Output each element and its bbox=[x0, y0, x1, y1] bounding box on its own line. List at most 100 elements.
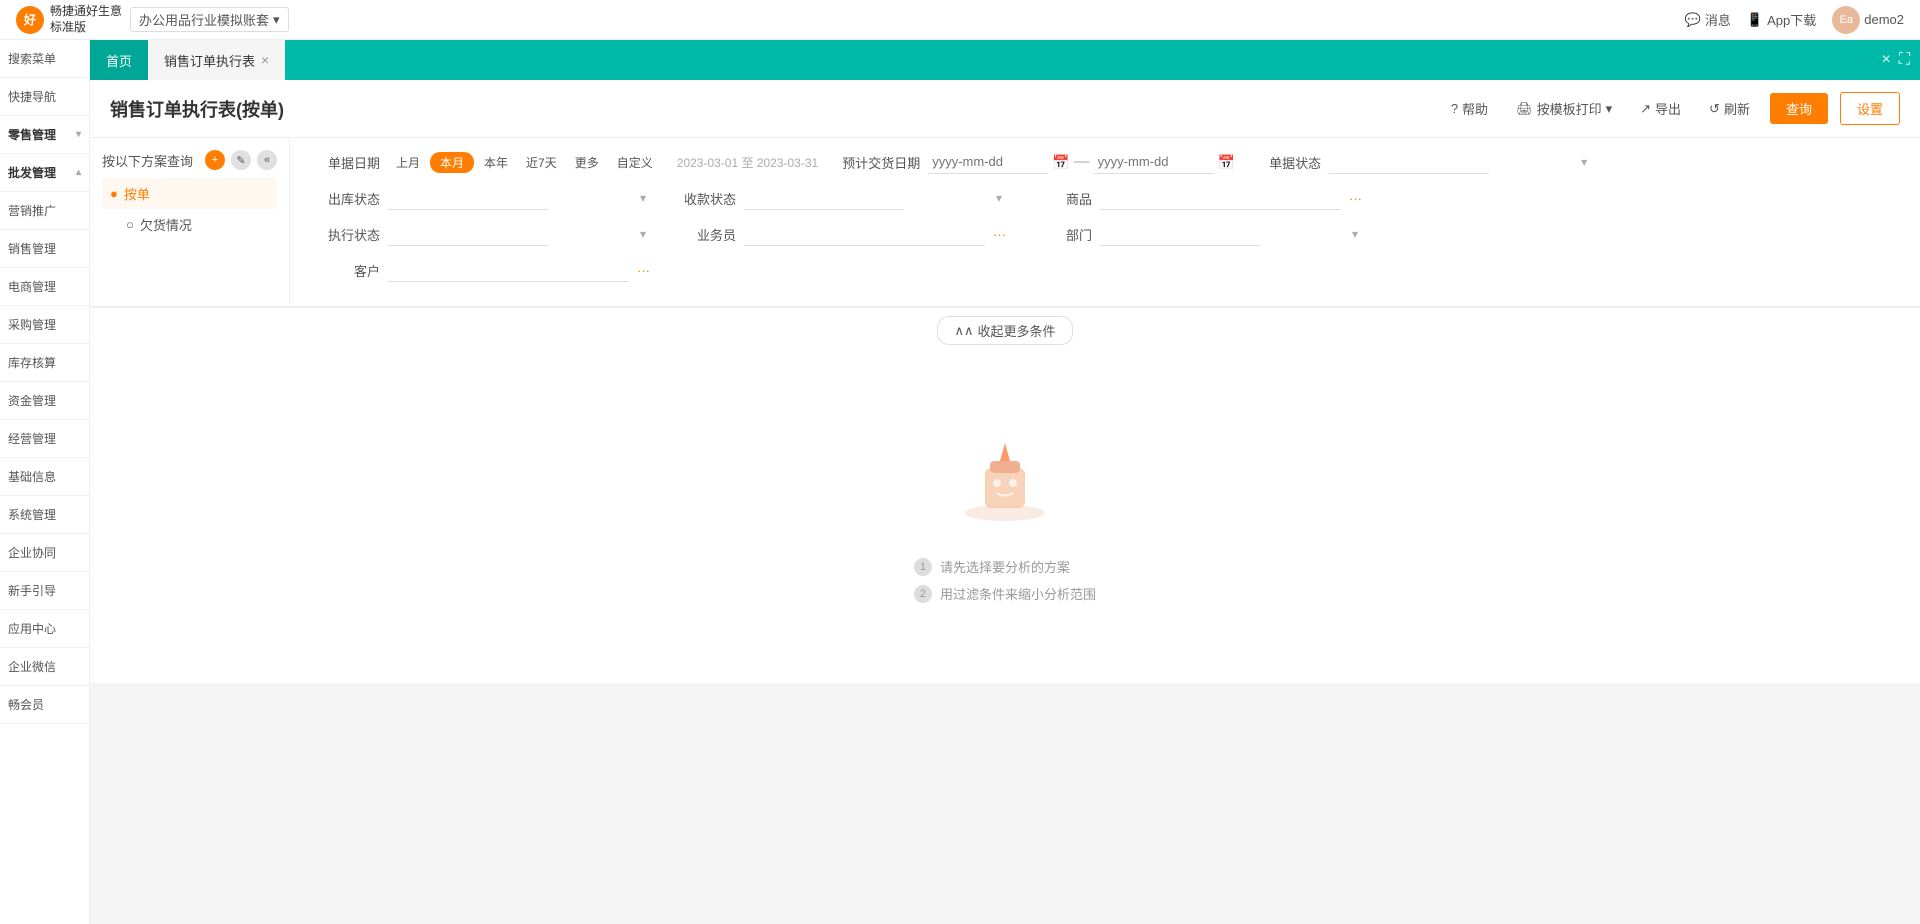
filter-left-panel: 按以下方案查询 + ✎ « ● 按单 ○ bbox=[90, 138, 290, 306]
out-status-select[interactable] bbox=[388, 186, 548, 210]
export-btn[interactable]: ↗ 导出 bbox=[1632, 95, 1689, 122]
sidebar-item-marketing[interactable]: 营销推广 bbox=[0, 192, 89, 230]
filter-exec-status-field: 执行状态 bbox=[310, 222, 650, 246]
calendar-icon-end[interactable]: 📅 bbox=[1218, 154, 1235, 171]
account-selector[interactable]: 办公用品行业模拟账套 ▾ bbox=[130, 7, 289, 32]
sidebar-item-wholesale[interactable]: 批发管理 ▴ bbox=[0, 154, 89, 192]
filter-row-2: 出库状态 收款状态 bbox=[310, 186, 1900, 210]
filter-salesperson-field: 业务员 ··· bbox=[666, 222, 1006, 246]
date-tabs: 上月 本月 本年 近7天 更多 自定义 bbox=[388, 152, 661, 173]
dept-select[interactable] bbox=[1100, 222, 1260, 246]
date-tab-this-year[interactable]: 本年 bbox=[476, 152, 516, 173]
sidebar-item-wechat[interactable]: 企业微信 bbox=[0, 648, 89, 686]
calendar-icon-start[interactable]: 📅 bbox=[1052, 154, 1069, 171]
settings-btn[interactable]: 设置 bbox=[1840, 92, 1900, 125]
date-tab-last-month[interactable]: 上月 bbox=[388, 152, 428, 173]
sidebar-item-system[interactable]: 系统管理 bbox=[0, 496, 89, 534]
scheme-backorder[interactable]: ○ 欠货情况 bbox=[102, 209, 277, 240]
filter-customer-field: 客户 ··· bbox=[310, 258, 650, 282]
window-close-icon[interactable]: × bbox=[1881, 51, 1890, 69]
goods-more-btn[interactable]: ··· bbox=[1349, 191, 1362, 206]
empty-illustration bbox=[955, 433, 1055, 533]
sidebar-item-inventory[interactable]: 库存核算 bbox=[0, 344, 89, 382]
sidebar-item-retail[interactable]: 零售管理 ▾ bbox=[0, 116, 89, 154]
collapse-bar: ∧∧ 收起更多条件 bbox=[90, 307, 1920, 353]
chevron-up-icon: ▴ bbox=[76, 167, 81, 178]
sub-icon: ○ bbox=[126, 217, 134, 232]
logo-area: 好 畅捷通好生意 标准版 bbox=[16, 4, 122, 35]
sidebar-item-member[interactable]: 畅会员 bbox=[0, 686, 89, 724]
customer-input[interactable] bbox=[388, 258, 629, 282]
filter-panel: 按以下方案查询 + ✎ « ● 按单 ○ bbox=[90, 138, 1920, 307]
sidebar-item-ecommerce[interactable]: 电商管理 bbox=[0, 268, 89, 306]
status-select-wrapper bbox=[1329, 150, 1591, 174]
collapse-icon: ∧∧ bbox=[954, 323, 973, 339]
empty-state: 1 请先选择要分析的方案 2 用过滤条件来缩小分析范围 bbox=[90, 353, 1920, 683]
salesperson-input[interactable] bbox=[744, 222, 985, 246]
export-icon: ↗ bbox=[1640, 101, 1651, 117]
sidebar-item-finance[interactable]: 资金管理 bbox=[0, 382, 89, 420]
salesperson-more-btn[interactable]: ··· bbox=[993, 227, 1006, 242]
sidebar-item-basic-info[interactable]: 基础信息 bbox=[0, 458, 89, 496]
filter-goods-field: 商品 ··· bbox=[1022, 186, 1362, 210]
user-area[interactable]: Ea demo2 bbox=[1832, 6, 1904, 34]
tab-sales-order[interactable]: 销售订单执行表 × bbox=[148, 40, 285, 80]
main-layout: 搜索菜单 快捷导航 零售管理 ▾ 批发管理 ▴ 营销推广 销售管理 电商管理 采… bbox=[0, 40, 1920, 924]
collect-status-select[interactable] bbox=[744, 186, 904, 210]
collapse-panel-btn[interactable]: « bbox=[257, 150, 277, 170]
refresh-icon: ↺ bbox=[1709, 101, 1720, 117]
page-title: 销售订单执行表(按单) bbox=[110, 96, 284, 122]
top-bar-right: 💬 消息 📱 App下载 Ea demo2 bbox=[1685, 6, 1904, 34]
scheme-by-order[interactable]: ● 按单 bbox=[102, 178, 277, 209]
goods-input[interactable] bbox=[1100, 186, 1341, 210]
sidebar-item-purchase[interactable]: 采购管理 bbox=[0, 306, 89, 344]
top-bar: 好 畅捷通好生意 标准版 办公用品行业模拟账套 ▾ 💬 消息 📱 App下载 E… bbox=[0, 0, 1920, 40]
expected-date-start[interactable] bbox=[928, 150, 1048, 174]
chevron-down-icon: ▾ bbox=[273, 12, 280, 28]
refresh-btn[interactable]: ↺ 刷新 bbox=[1701, 95, 1758, 122]
expected-date-end[interactable] bbox=[1094, 150, 1214, 174]
scheme-icon: ● bbox=[110, 186, 118, 201]
tab-bar: 首页 销售订单执行表 × × ⛶ bbox=[90, 40, 1920, 80]
filter-date-field: 单据日期 上月 本月 本年 近7天 更多 自定义 2023-03-01 至 20… bbox=[310, 152, 826, 173]
print-icon: 🖨 bbox=[1516, 101, 1533, 117]
template-print-btn[interactable]: 🖨 按模板打印 ▾ bbox=[1508, 95, 1620, 122]
collapse-more-btn[interactable]: ∧∧ 收起更多条件 bbox=[937, 316, 1072, 345]
top-bar-left: 好 畅捷通好生意 标准版 办公用品行业模拟账套 ▾ bbox=[16, 4, 289, 35]
filter-row-4: 客户 ··· bbox=[310, 258, 1900, 282]
query-btn[interactable]: 查询 bbox=[1770, 93, 1828, 124]
sidebar-shortcut[interactable]: 快捷导航 bbox=[0, 78, 89, 116]
sidebar-item-apps[interactable]: 应用中心 bbox=[0, 610, 89, 648]
page-content: 销售订单执行表(按单) ? 帮助 🖨 按模板打印 ▾ ↗ bbox=[90, 80, 1920, 924]
logo-text: 畅捷通好生意 标准版 bbox=[50, 4, 122, 35]
dept-wrapper bbox=[1100, 222, 1362, 246]
avatar: Ea bbox=[1832, 6, 1860, 34]
sidebar-item-operations[interactable]: 经营管理 bbox=[0, 420, 89, 458]
tab-home[interactable]: 首页 bbox=[90, 40, 148, 80]
tab-spacer bbox=[285, 40, 1871, 80]
tab-close-icon[interactable]: × bbox=[261, 52, 269, 68]
app-download-btn[interactable]: 📱 App下载 bbox=[1747, 10, 1816, 29]
sidebar-search[interactable]: 搜索菜单 bbox=[0, 40, 89, 78]
filter-row-1: 单据日期 上月 本月 本年 近7天 更多 自定义 2023-03-01 至 20… bbox=[310, 150, 1900, 174]
add-scheme-btn[interactable]: + bbox=[205, 150, 225, 170]
window-maximize-icon[interactable]: ⛶ bbox=[1899, 51, 1910, 69]
empty-step-1: 1 请先选择要分析的方案 bbox=[914, 557, 1096, 576]
out-status-wrapper bbox=[388, 186, 650, 210]
date-tab-custom[interactable]: 自定义 bbox=[609, 152, 661, 173]
date-tab-7days[interactable]: 近7天 bbox=[518, 152, 565, 173]
message-btn[interactable]: 💬 消息 bbox=[1685, 10, 1731, 29]
sidebar-item-enterprise[interactable]: 企业协同 bbox=[0, 534, 89, 572]
help-btn[interactable]: ? 帮助 bbox=[1443, 95, 1496, 122]
page-actions: ? 帮助 🖨 按模板打印 ▾ ↗ 导出 ↺ bbox=[1443, 92, 1900, 125]
date-tab-this-month[interactable]: 本月 bbox=[430, 152, 474, 173]
exec-status-select[interactable] bbox=[388, 222, 548, 246]
empty-steps: 1 请先选择要分析的方案 2 用过滤条件来缩小分析范围 bbox=[914, 557, 1096, 603]
customer-more-btn[interactable]: ··· bbox=[637, 263, 650, 278]
date-tab-more[interactable]: 更多 bbox=[567, 152, 607, 173]
status-select[interactable] bbox=[1329, 150, 1489, 174]
edit-scheme-btn[interactable]: ✎ bbox=[231, 150, 251, 170]
sidebar-item-sales[interactable]: 销售管理 bbox=[0, 230, 89, 268]
sidebar-item-newguide[interactable]: 新手引导 bbox=[0, 572, 89, 610]
filter-row-3: 执行状态 业务员 ··· bbox=[310, 222, 1900, 246]
